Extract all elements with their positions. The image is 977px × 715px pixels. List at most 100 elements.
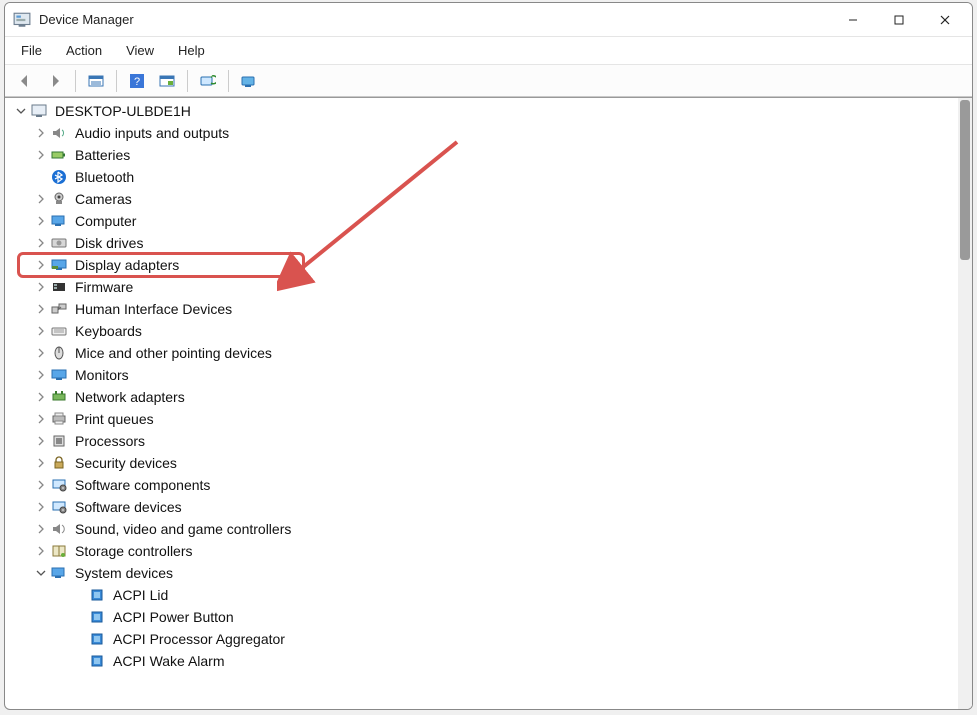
chevron-right-icon[interactable] xyxy=(33,389,49,405)
chevron-down-icon[interactable] xyxy=(33,565,49,581)
firmware-icon xyxy=(49,278,69,296)
tree-item-label: ACPI Lid xyxy=(113,587,168,603)
chevron-right-icon[interactable] xyxy=(33,367,49,383)
chevron-right-icon[interactable] xyxy=(33,147,49,163)
security-icon xyxy=(49,454,69,472)
tree-item-label: Batteries xyxy=(75,147,130,163)
tree-item-label: Computer xyxy=(75,213,136,229)
tree-item-print-queues[interactable]: Print queues xyxy=(5,408,958,430)
help-button[interactable]: ? xyxy=(123,68,151,94)
tree-item-human-interface-devices[interactable]: Human Interface Devices xyxy=(5,298,958,320)
tree-item-audio-inputs-and-outputs[interactable]: Audio inputs and outputs xyxy=(5,122,958,144)
app-icon xyxy=(13,11,31,29)
tree-item-label: Firmware xyxy=(75,279,133,295)
menu-action[interactable]: Action xyxy=(54,39,114,62)
chevron-right-icon[interactable] xyxy=(33,301,49,317)
device-tree[interactable]: DESKTOP-ULBDE1H Audio inputs and outputs B… xyxy=(5,98,958,709)
maximize-button[interactable] xyxy=(876,3,922,37)
show-hidden-button[interactable] xyxy=(82,68,110,94)
vertical-scrollbar[interactable] xyxy=(958,98,972,709)
tree-item-computer[interactable]: Computer xyxy=(5,210,958,232)
tree-item-cameras[interactable]: Cameras xyxy=(5,188,958,210)
minimize-button[interactable] xyxy=(830,3,876,37)
forward-button[interactable] xyxy=(41,68,69,94)
cpu-icon xyxy=(49,432,69,450)
tree-item-network-adapters[interactable]: Network adapters xyxy=(5,386,958,408)
chevron-right-icon[interactable] xyxy=(33,191,49,207)
hid-icon xyxy=(49,300,69,318)
tree-item-acpi-lid[interactable]: ACPI Lid xyxy=(5,584,958,606)
tree-item-label: Human Interface Devices xyxy=(75,301,232,317)
content-area: DESKTOP-ULBDE1H Audio inputs and outputs B… xyxy=(5,97,972,709)
titlebar: Device Manager xyxy=(5,3,972,37)
menu-help[interactable]: Help xyxy=(166,39,217,62)
tree-item-label: Audio inputs and outputs xyxy=(75,125,229,141)
tree-item-label: ACPI Wake Alarm xyxy=(113,653,225,669)
menu-view[interactable]: View xyxy=(114,39,166,62)
tree-item-sound-video-and-game-controllers[interactable]: Sound, video and game controllers xyxy=(5,518,958,540)
bluetooth-icon xyxy=(49,168,69,186)
tree-item-batteries[interactable]: Batteries xyxy=(5,144,958,166)
tree-item-security-devices[interactable]: Security devices xyxy=(5,452,958,474)
chevron-right-icon[interactable] xyxy=(33,235,49,251)
chevron-right-icon[interactable] xyxy=(33,411,49,427)
tree-item-storage-controllers[interactable]: Storage controllers xyxy=(5,540,958,562)
tree-item-label: Display adapters xyxy=(75,257,179,273)
tree-item-monitors[interactable]: Monitors xyxy=(5,364,958,386)
tree-root[interactable]: DESKTOP-ULBDE1H xyxy=(5,100,958,122)
scan-hardware-button[interactable] xyxy=(194,68,222,94)
chevron-right-icon[interactable] xyxy=(33,499,49,515)
chevron-right-icon[interactable] xyxy=(33,125,49,141)
tree-item-label: Sound, video and game controllers xyxy=(75,521,291,537)
tree-item-label: Print queues xyxy=(75,411,154,427)
device-manager-window: Device Manager File Action View Help xyxy=(4,2,973,710)
tree-item-firmware[interactable]: Firmware xyxy=(5,276,958,298)
tree-item-acpi-power-button[interactable]: ACPI Power Button xyxy=(5,606,958,628)
toolbar-separator xyxy=(116,70,117,92)
tree-item-disk-drives[interactable]: Disk drives xyxy=(5,232,958,254)
pc-icon xyxy=(29,102,49,120)
tree-item-mice-and-other-pointing-devices[interactable]: Mice and other pointing devices xyxy=(5,342,958,364)
scrollbar-thumb[interactable] xyxy=(960,100,970,260)
chevron-right-icon[interactable] xyxy=(33,279,49,295)
chevron-right-icon[interactable] xyxy=(33,323,49,339)
tree-item-software-devices[interactable]: Software devices xyxy=(5,496,958,518)
chevron-right-icon[interactable] xyxy=(33,345,49,361)
toolbar-separator xyxy=(187,70,188,92)
chevron-right-icon[interactable] xyxy=(33,543,49,559)
tree-item-label: Security devices xyxy=(75,455,177,471)
computer-icon xyxy=(49,212,69,230)
tree-item-acpi-wake-alarm[interactable]: ACPI Wake Alarm xyxy=(5,650,958,672)
network-icon xyxy=(49,388,69,406)
tree-item-keyboards[interactable]: Keyboards xyxy=(5,320,958,342)
tree-item-label: Bluetooth xyxy=(75,169,134,185)
tree-item-label: Software devices xyxy=(75,499,182,515)
back-button[interactable] xyxy=(11,68,39,94)
chevron-right-icon[interactable] xyxy=(33,257,49,273)
printer-icon xyxy=(49,410,69,428)
chevron-right-icon[interactable] xyxy=(33,433,49,449)
chip-icon xyxy=(87,608,107,626)
tree-item-processors[interactable]: Processors xyxy=(5,430,958,452)
keyboard-icon xyxy=(49,322,69,340)
tree-item-bluetooth[interactable]: Bluetooth xyxy=(5,166,958,188)
chevron-right-icon[interactable] xyxy=(33,213,49,229)
add-driver-button[interactable] xyxy=(235,68,263,94)
chip-icon xyxy=(87,630,107,648)
tree-item-label: Network adapters xyxy=(75,389,185,405)
chevron-right-icon[interactable] xyxy=(33,455,49,471)
tree-item-label: Keyboards xyxy=(75,323,142,339)
tree-item-display-adapters[interactable]: Display adapters xyxy=(5,254,958,276)
menu-file[interactable]: File xyxy=(9,39,54,62)
tree-item-label: Monitors xyxy=(75,367,129,383)
tree-item-acpi-processor-aggregator[interactable]: ACPI Processor Aggregator xyxy=(5,628,958,650)
tree-item-system-devices[interactable]: System devices xyxy=(5,562,958,584)
tree-item-software-components[interactable]: Software components xyxy=(5,474,958,496)
system-icon xyxy=(49,564,69,582)
properties-button[interactable] xyxy=(153,68,181,94)
close-button[interactable] xyxy=(922,3,968,37)
chevron-right-icon[interactable] xyxy=(33,521,49,537)
chevron-down-icon[interactable] xyxy=(13,103,29,119)
chevron-right-icon[interactable] xyxy=(33,477,49,493)
battery-icon xyxy=(49,146,69,164)
